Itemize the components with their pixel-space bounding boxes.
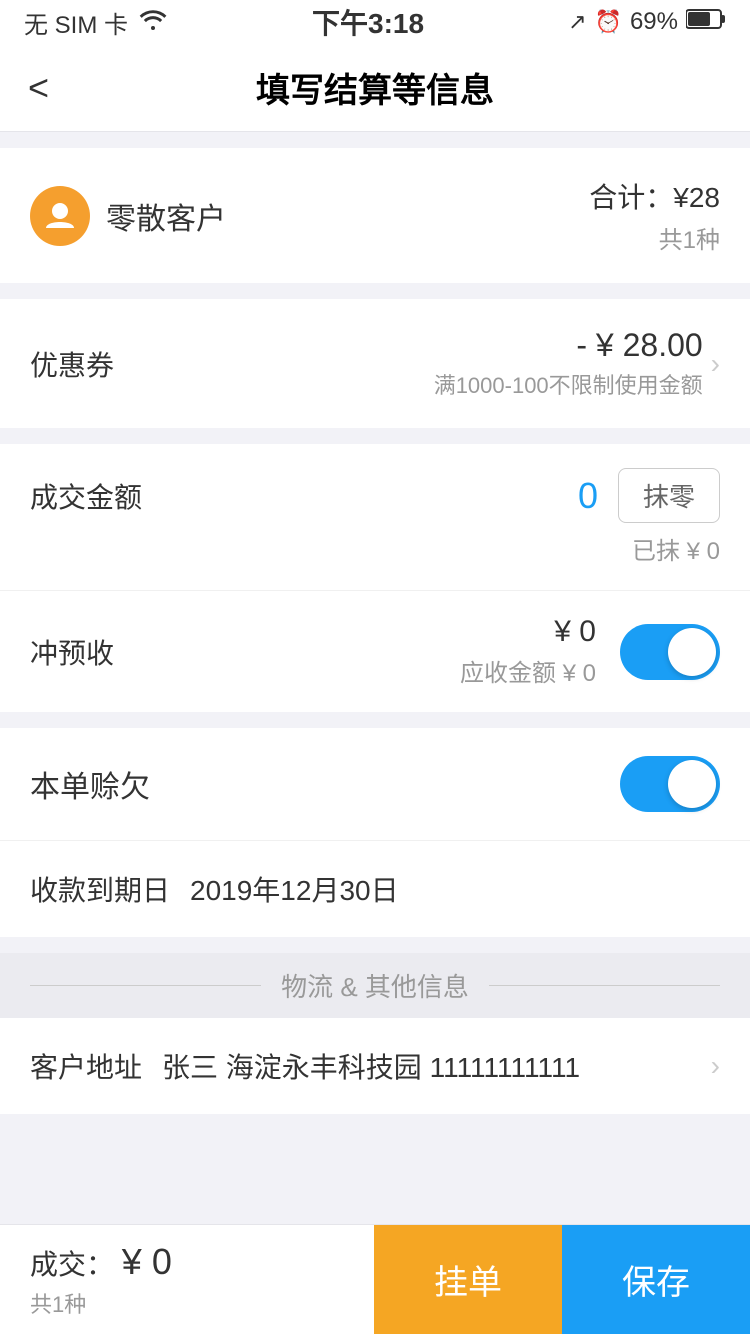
customer-total: 合计：¥28 共1种: [589, 176, 720, 255]
bottom-deal-label: 成交：: [30, 1249, 114, 1280]
customer-row: 零散客户 合计：¥28 共1种: [0, 148, 750, 283]
debt-toggle[interactable]: [620, 756, 720, 812]
status-bar: 无 SIM 卡 下午3:18 ↗ ⏰ 69%: [0, 0, 750, 44]
debt-label: 本单赊欠: [30, 762, 150, 806]
logistics-header: 物流 & 其他信息: [0, 953, 750, 1018]
bottom-deal-row: 成交： ¥ 0: [30, 1241, 344, 1283]
total-count: 共1种: [589, 220, 720, 255]
customer-name: 零散客户: [106, 194, 226, 238]
debt-section: 本单赊欠 收款到期日 2019年12月30日: [0, 728, 750, 937]
hold-button[interactable]: 挂单: [374, 1225, 562, 1334]
deal-input-area: 0 抹零: [578, 468, 720, 523]
prepay-amounts: ¥ 0 应收金额 ¥ 0: [460, 615, 596, 688]
date-row: 收款到期日 2019年12月30日: [0, 840, 750, 937]
no-sim-text: 无 SIM 卡: [24, 5, 128, 40]
prepay-toggle[interactable]: [620, 624, 720, 680]
bottom-info: 成交： ¥ 0 共1种: [0, 1241, 374, 1319]
alarm-icon: ⏰: [595, 9, 622, 35]
address-section[interactable]: 客户地址 张三 海淀永丰科技园 11111111111 ›: [0, 1018, 750, 1114]
status-left: 无 SIM 卡: [24, 5, 168, 40]
status-time: 下午3:18: [312, 2, 424, 42]
deal-row-bottom: 已抹 ¥ 0: [30, 531, 720, 566]
deal-row: 成交金额 0 抹零 已抹 ¥ 0: [0, 444, 750, 590]
due-date-value[interactable]: 2019年12月30日: [190, 869, 399, 909]
coupon-value: - ¥ 28.00 满1000-100不限制使用金额: [434, 327, 703, 400]
battery-icon: [686, 8, 726, 36]
prepay-row: 冲预收 ¥ 0 应收金额 ¥ 0: [0, 590, 750, 712]
customer-avatar: [30, 186, 90, 246]
coupon-chevron: ›: [711, 348, 720, 380]
battery-text: 69%: [630, 8, 678, 36]
round-zero-button[interactable]: 抹零: [618, 468, 720, 523]
deal-value[interactable]: 0: [578, 475, 598, 517]
total-amount: 合计：¥28: [589, 176, 720, 216]
bottom-count: 共1种: [30, 1287, 344, 1319]
address-value: 张三 海淀永丰科技园 11111111111: [162, 1046, 691, 1086]
prepay-right: ¥ 0 应收金额 ¥ 0: [460, 615, 720, 688]
customer-section: 零散客户 合计：¥28 共1种: [0, 148, 750, 283]
location-icon: ↗: [568, 9, 586, 35]
coupon-desc: 满1000-100不限制使用金额: [434, 368, 703, 400]
deal-section: 成交金额 0 抹零 已抹 ¥ 0 冲预收 ¥ 0 应收金额 ¥ 0: [0, 444, 750, 712]
prepay-label: 冲预收: [30, 632, 114, 672]
status-right: ↗ ⏰ 69%: [568, 8, 726, 36]
coupon-amount: - ¥ 28.00: [576, 327, 702, 364]
bottom-bar: 成交： ¥ 0 共1种 挂单 保存: [0, 1224, 750, 1334]
coupon-row[interactable]: 优惠券 - ¥ 28.00 满1000-100不限制使用金额 ›: [0, 299, 750, 428]
coupon-section[interactable]: 优惠券 - ¥ 28.00 满1000-100不限制使用金额 ›: [0, 299, 750, 428]
customer-left: 零散客户: [30, 186, 226, 246]
nav-bar: < 填写结算等信息: [0, 44, 750, 132]
bottom-deal-amount: ¥ 0: [122, 1241, 172, 1282]
debt-toggle-knob: [668, 760, 716, 808]
save-button-label: 保存: [622, 1255, 690, 1304]
deal-label: 成交金额: [30, 476, 142, 516]
page-title: 填写结算等信息: [256, 63, 494, 112]
address-row[interactable]: 客户地址 张三 海淀永丰科技园 11111111111 ›: [0, 1018, 750, 1114]
address-chevron: ›: [711, 1050, 720, 1082]
wifi-icon: [138, 8, 168, 37]
deal-row-top: 成交金额 0 抹零: [30, 468, 720, 523]
hold-button-label: 挂单: [434, 1255, 502, 1304]
debt-row: 本单赊欠: [0, 728, 750, 840]
logistics-label: 物流 & 其他信息: [261, 967, 489, 1004]
save-button[interactable]: 保存: [562, 1225, 750, 1334]
back-button[interactable]: <: [28, 67, 49, 109]
coupon-label: 优惠券: [30, 344, 114, 384]
prepay-amount: ¥ 0: [460, 615, 596, 649]
address-label: 客户地址: [30, 1046, 142, 1086]
prepay-receivable: 应收金额 ¥ 0: [460, 653, 596, 688]
content-area: 零散客户 合计：¥28 共1种 优惠券 - ¥ 28.00 满1000-100不…: [0, 148, 750, 1250]
due-date-label: 收款到期日: [30, 869, 170, 909]
toggle-knob: [668, 628, 716, 676]
